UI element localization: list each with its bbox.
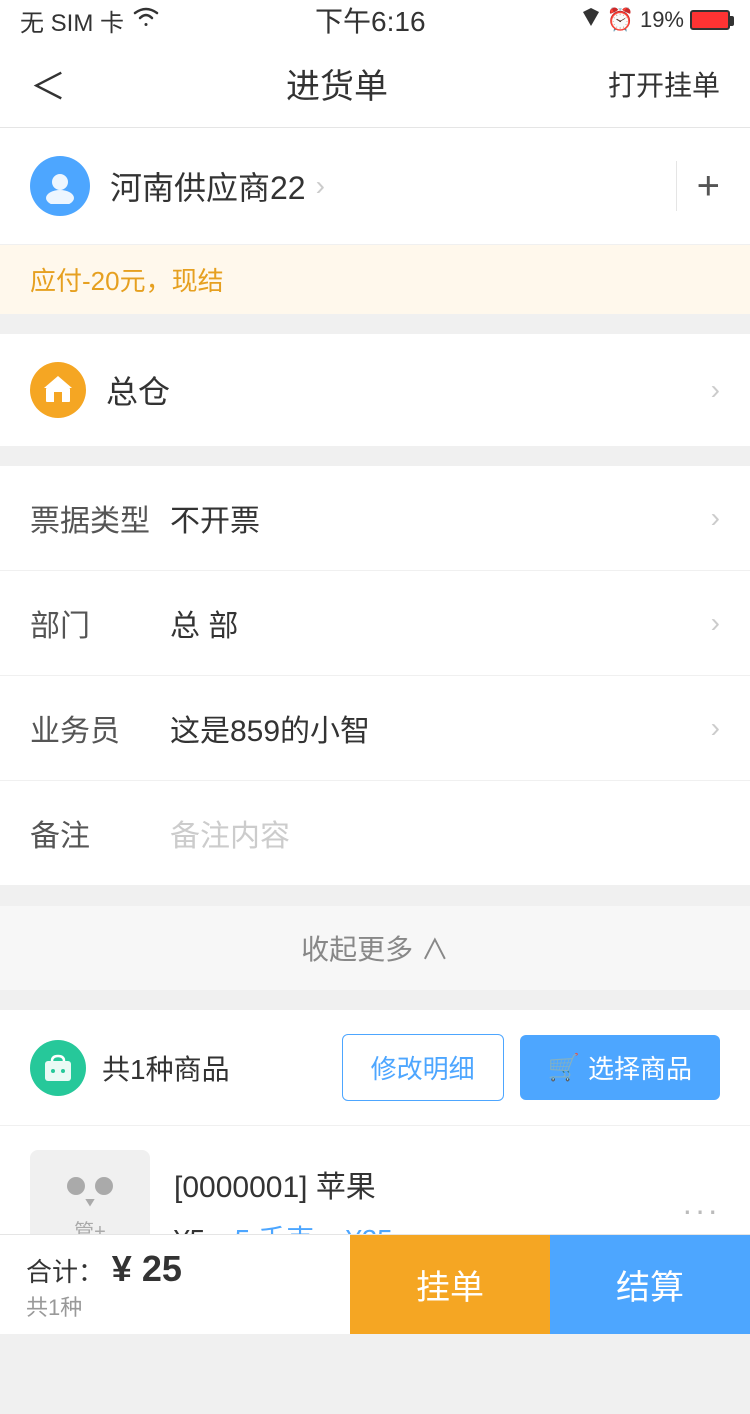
owl-eye-right xyxy=(95,1177,113,1195)
more-options-button[interactable]: ··· xyxy=(682,1192,720,1229)
page-title: 进货单 xyxy=(286,59,388,108)
salesperson-row[interactable]: 业务员 这是859的小智 › xyxy=(0,676,750,781)
product-code: [0000001] xyxy=(174,1171,307,1204)
warehouse-icon xyxy=(30,362,86,418)
department-label: 部门 xyxy=(30,601,170,645)
supplier-chevron-icon: › xyxy=(316,170,325,202)
supplier-section: 河南供应商22 › + 应付-20元，现结 xyxy=(0,128,750,314)
owl-beak-icon xyxy=(85,1199,95,1207)
carrier-label: 无 SIM 卡 xyxy=(20,3,124,38)
supplier-avatar xyxy=(30,156,90,216)
remark-input[interactable]: 备注内容 xyxy=(170,811,720,855)
department-chevron-icon: › xyxy=(711,607,720,639)
warehouse-chevron-icon: › xyxy=(711,374,720,406)
total-row: 合计： ¥ 25 xyxy=(26,1248,324,1290)
location-icon xyxy=(581,7,601,33)
checkout-button[interactable]: 结算 xyxy=(550,1235,750,1334)
product-count: 共1种商品 xyxy=(102,1048,342,1088)
owl-eye-left xyxy=(67,1177,85,1195)
invoice-chevron-icon: › xyxy=(711,502,720,534)
open-pending-button[interactable]: 打开挂单 xyxy=(608,64,720,104)
supplier-row[interactable]: 河南供应商22 › + xyxy=(0,128,750,245)
hang-order-button[interactable]: 挂单 xyxy=(350,1235,550,1334)
status-right: ⏰ 19% xyxy=(581,7,730,33)
product-header: 共1种商品 修改明细 🛒 选择商品 xyxy=(0,1010,750,1126)
supplier-name: 河南供应商22 xyxy=(110,163,306,209)
cart-icon: 🛒 xyxy=(548,1052,580,1083)
total-amount: ¥ 25 xyxy=(112,1248,182,1289)
divider xyxy=(676,161,677,211)
battery-icon xyxy=(690,10,730,30)
select-product-label: 选择商品 xyxy=(588,1049,692,1086)
form-section: 票据类型 不开票 › 部门 总 部 › 业务员 这是859的小智 › 备注 备注… xyxy=(0,466,750,886)
add-supplier-button[interactable]: + xyxy=(697,164,720,209)
department-value: 总 部 xyxy=(170,601,701,645)
collapse-label: 收起更多 ∧ xyxy=(301,928,449,968)
bottom-bar: 合计： ¥ 25 共1种 挂单 结算 xyxy=(0,1234,750,1334)
remark-label: 备注 xyxy=(30,811,170,855)
battery-percent: 19% xyxy=(640,7,684,33)
product-name: [0000001] 苹果 xyxy=(174,1162,682,1206)
remark-row[interactable]: 备注 备注内容 xyxy=(0,781,750,886)
invoice-type-value: 不开票 xyxy=(170,496,701,540)
total-count: 共1种 xyxy=(26,1290,324,1322)
product-icon xyxy=(30,1040,86,1096)
nav-bar: ＜ 进货单 打开挂单 xyxy=(0,40,750,128)
collapse-row[interactable]: 收起更多 ∧ xyxy=(0,906,750,990)
warehouse-section[interactable]: 总仓 › xyxy=(0,334,750,446)
total-label: 合计： xyxy=(26,1257,104,1287)
alarm-icon: ⏰ xyxy=(607,7,634,33)
salesperson-label: 业务员 xyxy=(30,706,170,750)
wifi-icon xyxy=(132,6,160,34)
status-time: 下午6:16 xyxy=(315,0,426,40)
salesperson-value: 这是859的小智 xyxy=(170,706,701,750)
back-button[interactable]: ＜ xyxy=(30,58,66,110)
total-section: 合计： ¥ 25 共1种 xyxy=(0,1235,350,1334)
product-title: 苹果 xyxy=(316,1171,376,1204)
select-product-button[interactable]: 🛒 选择商品 xyxy=(520,1035,720,1100)
edit-detail-button[interactable]: 修改明细 xyxy=(342,1034,504,1101)
supplier-notice: 应付-20元，现结 xyxy=(0,245,750,314)
status-left: 无 SIM 卡 xyxy=(20,3,160,38)
warehouse-name: 总仓 xyxy=(106,367,701,413)
invoice-type-label: 票据类型 xyxy=(30,496,170,540)
supplier-left: 河南供应商22 › xyxy=(30,156,656,216)
department-row[interactable]: 部门 总 部 › xyxy=(0,571,750,676)
salesperson-chevron-icon: › xyxy=(711,712,720,744)
status-bar: 无 SIM 卡 下午6:16 ⏰ 19% xyxy=(0,0,750,40)
invoice-type-row[interactable]: 票据类型 不开票 › xyxy=(0,466,750,571)
